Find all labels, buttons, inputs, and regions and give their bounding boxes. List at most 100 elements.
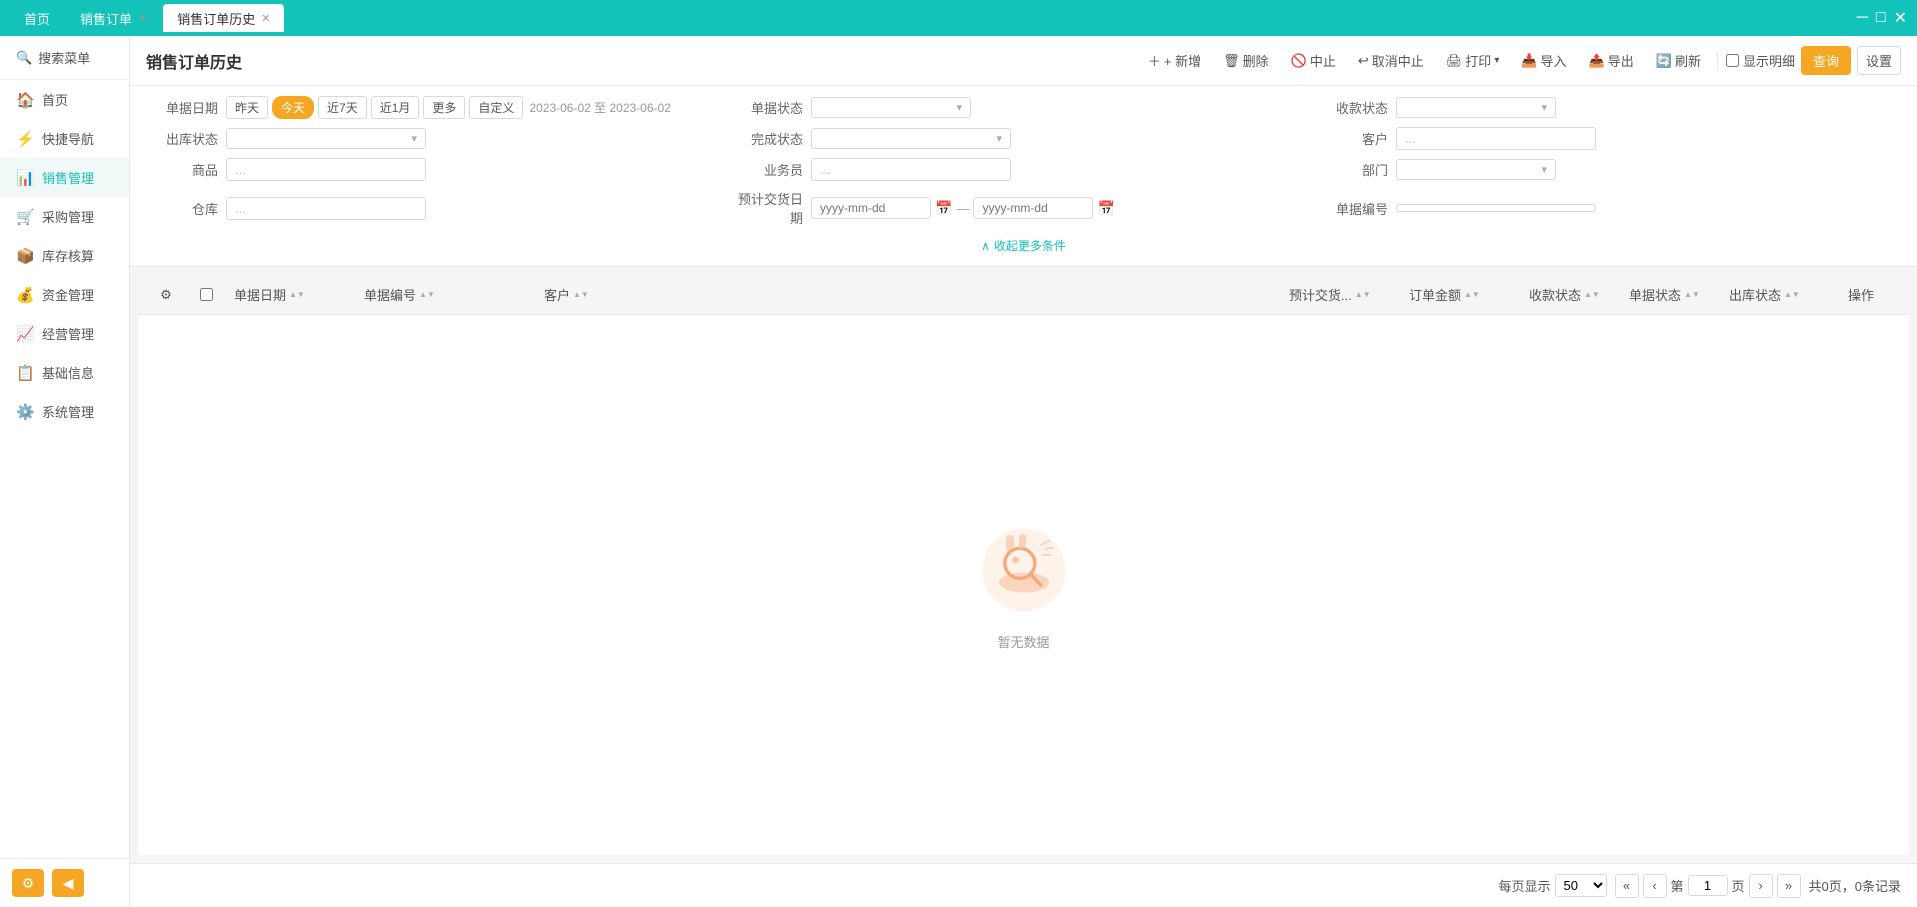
print-button[interactable]: 🖨 打印 ▾ (1438, 47, 1508, 74)
cancel-stop-label: 取消中止 (1372, 51, 1424, 70)
th-customer[interactable]: 客户 ▲▼ (536, 285, 1281, 304)
calendar-start-icon[interactable]: 📅 (935, 200, 952, 217)
collapse-button[interactable]: ∧ 收起更多条件 (146, 235, 1901, 256)
th-checkbox[interactable] (186, 288, 226, 301)
page-title: 销售订单历史 (146, 49, 242, 73)
maximize-icon[interactable]: □ (1876, 9, 1886, 27)
delete-button[interactable]: 🗑 删除 (1215, 47, 1277, 74)
th-date[interactable]: 单据日期 ▲▼ (226, 285, 356, 304)
sidebar-item-finance[interactable]: 💰 资金管理 (0, 275, 129, 314)
date-btn-yesterday[interactable]: 昨天 (226, 96, 268, 119)
cancel-stop-button[interactable]: ↩ 取消中止 (1350, 47, 1432, 74)
date-btn-group: 昨天 今天 近7天 近1月 更多 自定义 (226, 96, 523, 119)
display-cols-checkbox-row[interactable]: 显示明细 (1726, 51, 1795, 70)
new-button[interactable]: ＋ + 新增 (1140, 47, 1209, 74)
sidebar-item-system[interactable]: ⚙️ 系统管理 (0, 392, 129, 431)
complete-status-select[interactable]: ▾ (811, 128, 1011, 149)
refresh-button[interactable]: 🔄 刷新 (1648, 47, 1709, 74)
sidebar-item-purchase[interactable]: 🛒 采购管理 (0, 197, 129, 236)
select-all-checkbox[interactable] (200, 288, 213, 301)
num-sort-icon: ▲▼ (419, 291, 435, 299)
per-page-select[interactable]: 10 20 50 100 (1555, 874, 1607, 897)
page-label: 第 (1671, 876, 1684, 895)
import-button[interactable]: 📥 导入 (1513, 47, 1574, 74)
query-button[interactable]: 查询 (1801, 46, 1851, 75)
table-settings-icon[interactable]: ⚙ (160, 287, 172, 303)
sales-icon: 📊 (16, 169, 34, 187)
delete-label: 删除 (1243, 51, 1269, 70)
th-out-status-label: 出库状态 (1729, 285, 1781, 304)
close-icon[interactable]: ✕ (1894, 8, 1907, 28)
sidebar-item-purchase-label: 采购管理 (42, 207, 94, 226)
settings-button[interactable]: 设置 (1857, 46, 1901, 75)
date-btn-7days-label: 近7天 (327, 101, 358, 115)
date-btn-custom[interactable]: 自定义 (469, 96, 523, 119)
date-btn-1month[interactable]: 近1月 (371, 96, 420, 119)
warehouse-control: ... (226, 197, 731, 220)
th-num[interactable]: 单据编号 ▲▼ (356, 285, 536, 304)
dept-control: ▾ (1396, 159, 1901, 180)
page-first-button[interactable]: « (1615, 874, 1639, 898)
page-next-button[interactable]: › (1749, 874, 1773, 898)
stop-label: 中止 (1310, 51, 1336, 70)
sidebar-item-basic-info[interactable]: 📋 基础信息 (0, 353, 129, 392)
tab-sales-order[interactable]: 销售订单 ✕ (66, 4, 161, 32)
page-last-button[interactable]: » (1777, 874, 1801, 898)
delivery-date-end-input[interactable] (973, 197, 1093, 219)
sidebar-collapse-button[interactable]: ◀ (52, 869, 84, 897)
dept-select[interactable]: ▾ (1396, 159, 1556, 180)
refresh-icon: 🔄 (1656, 53, 1672, 69)
tab-home[interactable]: 首页 (10, 4, 64, 32)
pay-status-select[interactable]: ▾ (1396, 97, 1556, 118)
sidebar-item-quick-nav[interactable]: ⚡ 快捷导航 (0, 119, 129, 158)
warehouse-input[interactable]: ... (226, 197, 426, 220)
date-range-dash: — (956, 201, 969, 216)
sidebar-search[interactable]: 🔍 搜索菜单 (0, 36, 129, 80)
table-header: ⚙ 单据日期 ▲▼ 单据编号 ▲▼ 客户 ▲▼ 预计交货. (138, 275, 1909, 315)
sidebar-item-home[interactable]: 🏠 首页 (0, 80, 129, 119)
minimize-icon[interactable]: ─ (1857, 9, 1868, 27)
stop-button[interactable]: 🚫 中止 (1283, 47, 1344, 74)
calendar-end-icon[interactable]: 📅 (1097, 200, 1114, 217)
date-btn-7days[interactable]: 近7天 (318, 96, 367, 119)
out-status-select[interactable]: ▾ (226, 128, 426, 149)
export-button[interactable]: 📤 导出 (1581, 47, 1642, 74)
date-btn-today[interactable]: 今天 (272, 96, 314, 119)
salesperson-input[interactable]: ... (811, 158, 1011, 181)
order-status-select[interactable]: ▾ (811, 97, 971, 118)
customer-input[interactable]: ... (1396, 127, 1596, 150)
date-btn-more[interactable]: 更多 (423, 96, 465, 119)
th-delivery[interactable]: 预计交货... ▲▼ (1281, 285, 1401, 304)
top-bar: 首页 销售订单 ✕ 销售订单历史 ✕ ─ □ ✕ (0, 0, 1917, 36)
display-cols-checkbox[interactable] (1726, 54, 1739, 67)
th-order-status[interactable]: 单据状态 ▲▼ (1621, 285, 1721, 304)
th-actions-label: 操作 (1848, 285, 1874, 304)
th-amount[interactable]: 订单金额 ▲▼ (1401, 285, 1521, 304)
th-pay-status[interactable]: 收款状态 ▲▼ (1521, 285, 1621, 304)
page-prev-button[interactable]: ‹ (1643, 874, 1667, 898)
window-controls: ─ □ ✕ (1857, 8, 1907, 28)
search-icon: 🔍 (16, 50, 32, 66)
out-status-control: ▾ (226, 128, 731, 149)
date-filter-label: 单据日期 (146, 98, 226, 117)
goods-input[interactable]: ... (226, 158, 426, 181)
sidebar-item-operations[interactable]: 📈 经营管理 (0, 314, 129, 353)
delivery-date-start-input[interactable] (811, 197, 931, 219)
sidebar-item-inventory[interactable]: 📦 库存核算 (0, 236, 129, 275)
th-settings[interactable]: ⚙ (146, 287, 186, 303)
th-customer-label: 客户 (544, 285, 570, 304)
sidebar-settings-button[interactable]: ⚙ (12, 869, 44, 897)
quick-nav-icon: ⚡ (16, 130, 34, 148)
tab-sales-order-close[interactable]: ✕ (138, 12, 147, 25)
print-chevron-icon: ▾ (1494, 55, 1499, 66)
main-layout: 🔍 搜索菜单 🏠 首页 ⚡ 快捷导航 📊 销售管理 🛒 采购管理 📦 库存核算 … (0, 36, 1917, 907)
date-btn-today-label: 今天 (281, 101, 305, 115)
page-number-input[interactable] (1688, 875, 1728, 896)
tab-sales-order-history-close[interactable]: ✕ (261, 12, 270, 25)
tab-sales-order-history[interactable]: 销售订单历史 ✕ (163, 4, 284, 32)
date-btn-custom-label: 自定义 (478, 101, 514, 115)
th-out-status[interactable]: 出库状态 ▲▼ (1721, 285, 1821, 304)
sidebar-item-sales[interactable]: 📊 销售管理 (0, 158, 129, 197)
import-icon: 📥 (1521, 53, 1537, 69)
order-num-input[interactable] (1396, 204, 1596, 212)
